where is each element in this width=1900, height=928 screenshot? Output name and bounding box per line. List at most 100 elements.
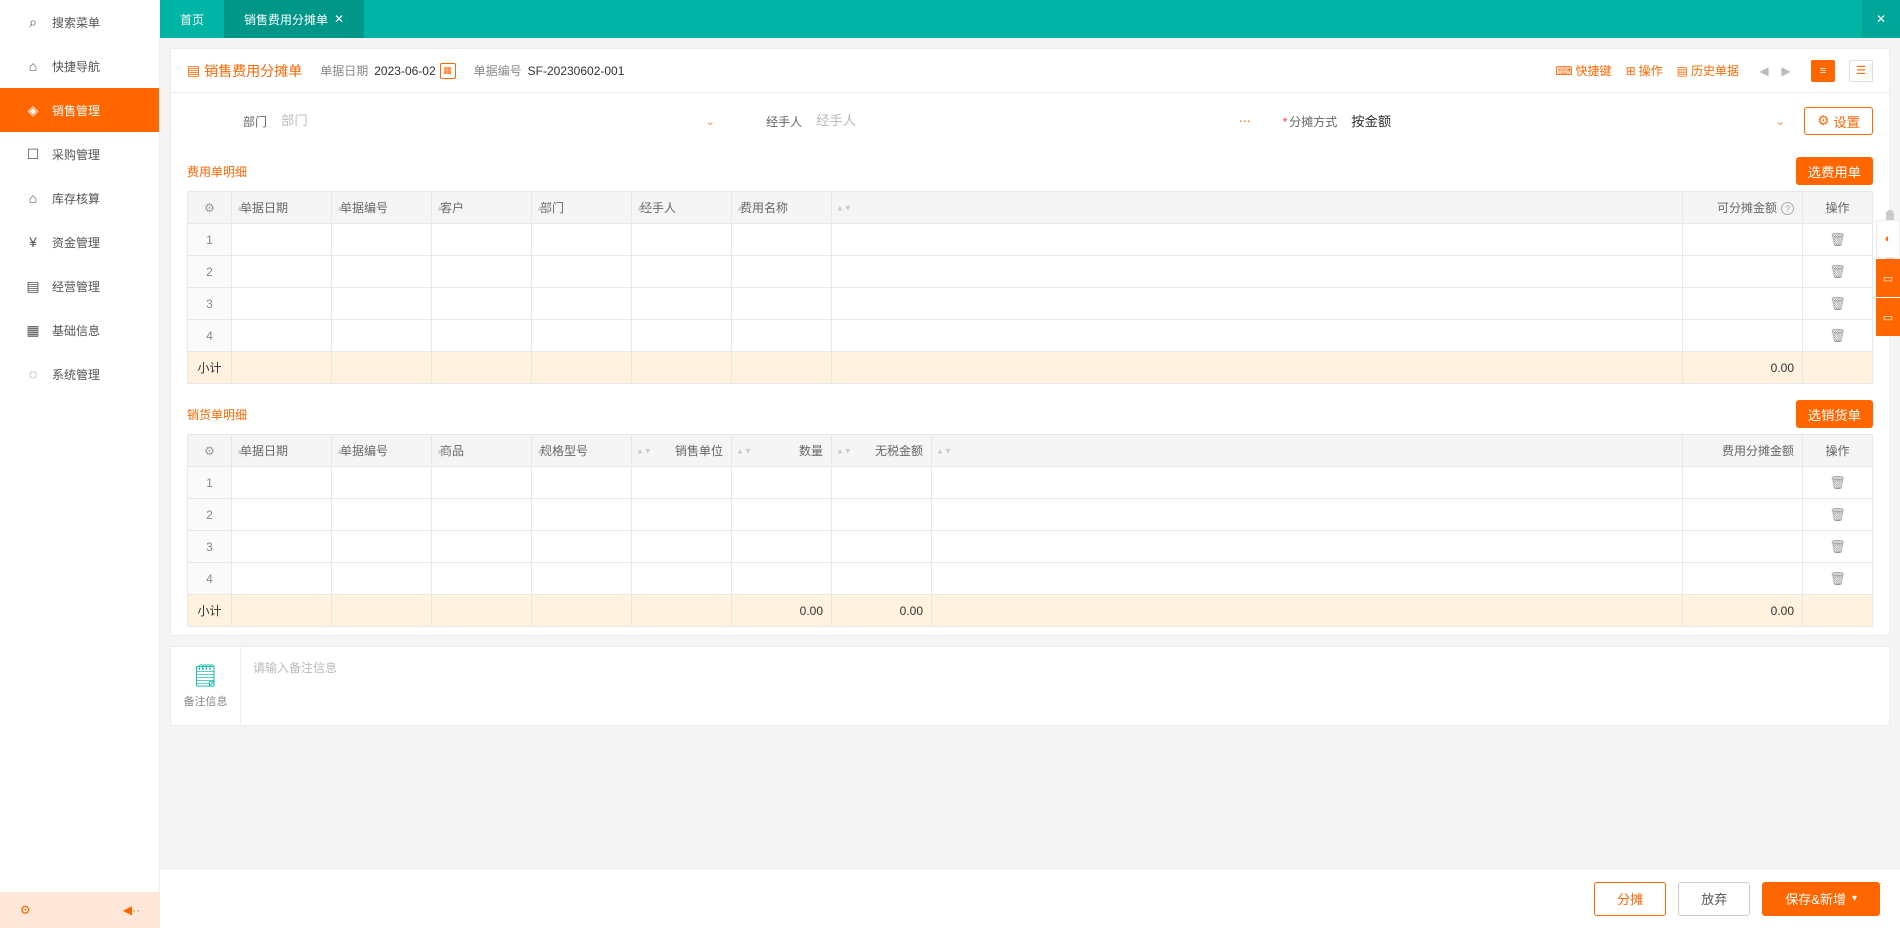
trash-icon[interactable]: 🗑 bbox=[1829, 507, 1846, 522]
sidebar-item-sales-mgmt[interactable]: ◈销售管理 bbox=[0, 88, 159, 132]
sidebar-item-label: 库存核算 bbox=[52, 190, 100, 207]
sidebar: ⌕ 搜索菜单 ⌂快捷导航◈销售管理☐采购管理 ⌂ 库存核算 ¥资金管理▤经营管理▦基础信息… bbox=[0, 0, 160, 928]
sidebar-item-label: 快捷导航 bbox=[52, 58, 100, 75]
operate-link[interactable]: ⊞操作 bbox=[1626, 62, 1663, 79]
close-icon[interactable]: ✕ bbox=[334, 12, 344, 26]
col-no[interactable]: ▲▼单据编号 bbox=[332, 435, 432, 467]
inventory-icon: ⌂ bbox=[24, 189, 42, 207]
sidebar-item-inventory[interactable]: ⌂ 库存核算 bbox=[0, 176, 159, 220]
side-tab-1[interactable]: ◐ bbox=[1876, 220, 1900, 258]
remarks-input[interactable] bbox=[241, 647, 1889, 725]
close-all-tabs[interactable]: ✕ bbox=[1862, 0, 1900, 38]
allocate-button[interactable]: 分摊 bbox=[1594, 882, 1666, 916]
sidebar-item-purchase-mgmt[interactable]: ☐采购管理 bbox=[0, 132, 159, 176]
save-new-button[interactable]: 保存&新增▾ bbox=[1762, 882, 1880, 916]
col-unit[interactable]: ▲▼销售单位 bbox=[632, 435, 732, 467]
next-icon[interactable]: ▶ bbox=[1775, 60, 1797, 82]
col-product[interactable]: ▲▼商品 bbox=[432, 435, 532, 467]
doc-date-value[interactable]: 2023-06-02 bbox=[374, 64, 435, 78]
select-expense-button[interactable]: 选费用单 bbox=[1796, 157, 1873, 185]
trash-icon[interactable]: 🗑 bbox=[1829, 296, 1846, 311]
list-view-btn[interactable]: ≡ bbox=[1811, 60, 1835, 82]
sidebar-item-basic-info[interactable]: ▦基础信息 bbox=[0, 308, 159, 352]
trash-icon[interactable]: 🗑 bbox=[1829, 232, 1846, 247]
col-amount[interactable]: ▲▼无税金额 bbox=[832, 435, 932, 467]
sidebar-item-quick-nav[interactable]: ⌂快捷导航 bbox=[0, 44, 159, 88]
col-ops: 操作 bbox=[1803, 192, 1873, 224]
main-area: ▤ 销售费用分摊单 单据日期 2023-06-02 ▦ 单据编号 SF-2023… bbox=[160, 38, 1900, 868]
col-date[interactable]: ▲▼单据日期 bbox=[232, 435, 332, 467]
prev-icon[interactable]: ◀ bbox=[1753, 60, 1775, 82]
select-sales-button[interactable]: 选销货单 bbox=[1796, 400, 1873, 428]
more-icon[interactable]: ⋯ bbox=[1233, 114, 1257, 128]
row-num: 3 bbox=[188, 531, 232, 563]
form-panel: ▤ 销售费用分摊单 单据日期 2023-06-02 ▦ 单据编号 SF-2023… bbox=[170, 48, 1890, 636]
table-row[interactable]: 1🗑 bbox=[188, 224, 1873, 256]
doc-no-field: 单据编号 SF-20230602-001 bbox=[474, 62, 625, 79]
calendar-icon[interactable]: ▦ bbox=[440, 63, 456, 79]
search-menu-icon: ⌕ bbox=[24, 13, 42, 31]
gear-col[interactable]: ⚙ bbox=[188, 192, 232, 224]
method-field: *分摊方式 ⌄ bbox=[1257, 107, 1792, 135]
side-tab-3[interactable]: ▭ bbox=[1876, 298, 1900, 336]
col-blank: ▲▼ bbox=[832, 192, 1683, 224]
col-handler[interactable]: ▲▼经手人 bbox=[632, 192, 732, 224]
dept-input[interactable] bbox=[277, 107, 698, 135]
sidebar-item-search-menu[interactable]: ⌕ 搜索菜单 bbox=[0, 0, 159, 44]
sidebar-item-system[interactable]: ◌系统管理 bbox=[0, 352, 159, 396]
tab[interactable]: 销售费用分摊单✕ bbox=[224, 0, 364, 38]
col-spec[interactable]: ▲▼规格型号 bbox=[532, 435, 632, 467]
subtotal-row: 小计0.00 bbox=[188, 352, 1873, 384]
chevron-down-icon[interactable]: ⌄ bbox=[698, 114, 722, 128]
side-tab-2[interactable]: ▭ bbox=[1876, 259, 1900, 297]
col-alloc[interactable]: 费用分摊金额 bbox=[1683, 435, 1803, 467]
trash-icon[interactable]: 🗑 bbox=[1829, 264, 1846, 279]
trash-icon[interactable]: 🗑 bbox=[1829, 475, 1846, 490]
row-num: 4 bbox=[188, 563, 232, 595]
table-row[interactable]: 4🗑 bbox=[188, 320, 1873, 352]
col-qty[interactable]: ▲▼数量 bbox=[732, 435, 832, 467]
col-date[interactable]: ▲▼单据日期 bbox=[232, 192, 332, 224]
history-link[interactable]: ▤历史单据 bbox=[1677, 62, 1739, 79]
col-dept[interactable]: ▲▼部门 bbox=[532, 192, 632, 224]
sidebar-item-operations[interactable]: ▤经营管理 bbox=[0, 264, 159, 308]
table-row[interactable]: 2🗑 bbox=[188, 256, 1873, 288]
col-no[interactable]: ▲▼单据编号 bbox=[332, 192, 432, 224]
sidebar-item-label: 搜索菜单 bbox=[52, 14, 100, 31]
table-row[interactable]: 3🗑 bbox=[188, 531, 1873, 563]
row-num: 2 bbox=[188, 256, 232, 288]
history-icon: ▤ bbox=[1677, 64, 1688, 78]
sales-table: ⚙ ▲▼单据日期 ▲▼单据编号 ▲▼商品 ▲▼规格型号 ▲▼销售单位 ▲▼数量 … bbox=[187, 434, 1873, 627]
table-row[interactable]: 1🗑 bbox=[188, 467, 1873, 499]
gear-icon: ⚙ bbox=[1817, 113, 1829, 129]
col-fee-name[interactable]: ▲▼费用名称 bbox=[732, 192, 832, 224]
help-icon[interactable]: ? bbox=[1781, 202, 1794, 215]
header-right: ⌨快捷键 ⊞操作 ▤历史单据 ◀ ▶ ≡ ☰ bbox=[1555, 60, 1873, 82]
trash-icon[interactable]: 🗑 bbox=[1829, 328, 1846, 343]
method-label: *分摊方式 bbox=[1257, 113, 1347, 130]
settings-button[interactable]: ⚙设置 bbox=[1804, 107, 1873, 135]
method-input[interactable] bbox=[1347, 107, 1768, 135]
tab[interactable]: 首页 bbox=[160, 0, 224, 38]
sales-mgmt-icon: ◈ bbox=[24, 101, 42, 119]
remarks-panel: 🗒 备注信息 bbox=[170, 646, 1890, 726]
gear-icon[interactable]: ⚙ bbox=[20, 903, 31, 917]
trash-icon[interactable]: 🗑 bbox=[1829, 571, 1846, 586]
col-customer[interactable]: ▲▼客户 bbox=[432, 192, 532, 224]
shortcut-text: 快捷键 bbox=[1576, 62, 1612, 79]
trash-icon[interactable]: 🗑 bbox=[1829, 539, 1846, 554]
sidebar-item-funds[interactable]: ¥资金管理 bbox=[0, 220, 159, 264]
table-row[interactable]: 3🗑 bbox=[188, 288, 1873, 320]
gear-col[interactable]: ⚙ bbox=[188, 435, 232, 467]
discard-button[interactable]: 放弃 bbox=[1678, 882, 1750, 916]
chevron-down-icon[interactable]: ⌄ bbox=[1768, 114, 1792, 128]
handler-input[interactable] bbox=[812, 107, 1233, 135]
card-view-btn[interactable]: ☰ bbox=[1849, 60, 1873, 82]
col-allocatable[interactable]: 可分摊金额? bbox=[1683, 192, 1803, 224]
collapse-icon[interactable]: ◀·· bbox=[123, 903, 140, 917]
table-row[interactable]: 4🗑 bbox=[188, 563, 1873, 595]
shortcut-link[interactable]: ⌨快捷键 bbox=[1555, 62, 1611, 79]
history-text: 历史单据 bbox=[1691, 62, 1739, 79]
system-icon: ◌ bbox=[24, 365, 42, 383]
table-row[interactable]: 2🗑 bbox=[188, 499, 1873, 531]
